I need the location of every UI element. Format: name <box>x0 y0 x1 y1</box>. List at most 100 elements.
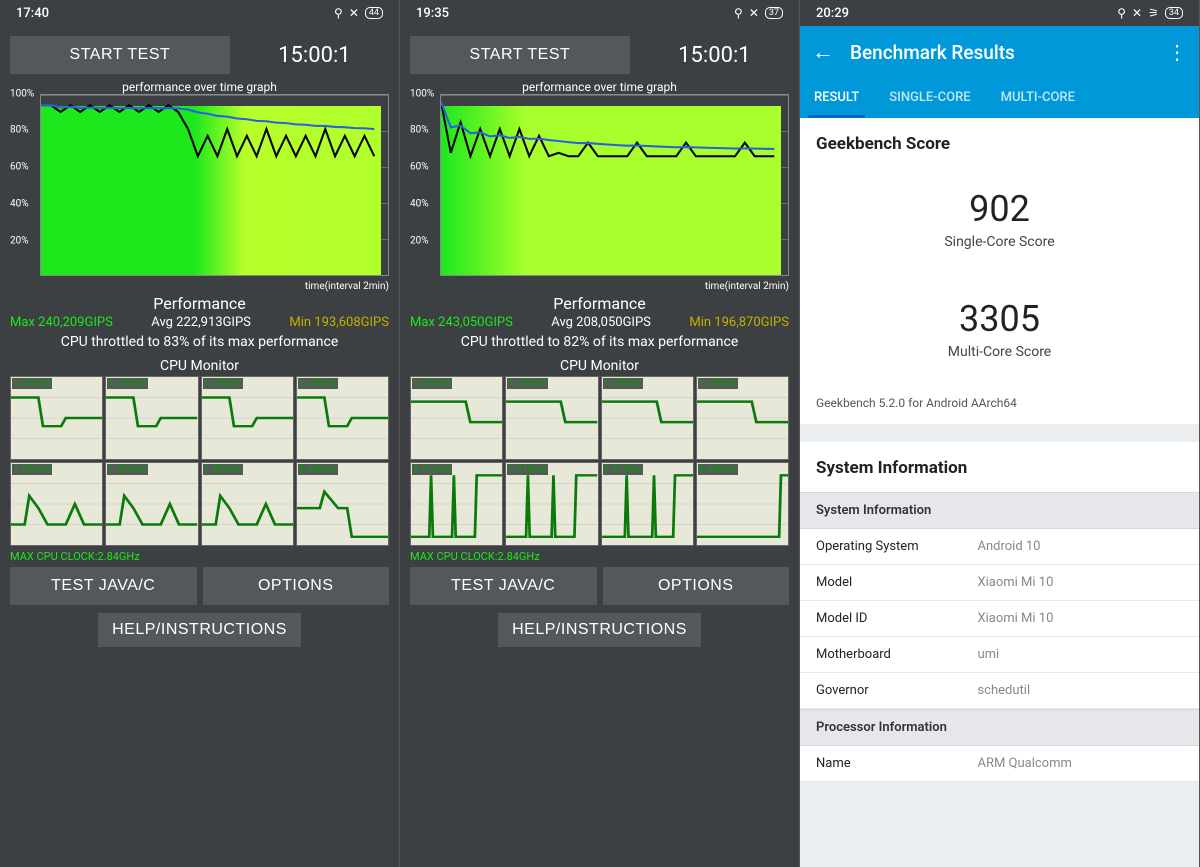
row-value: Xiaomi Mi 10 <box>977 575 1183 590</box>
app-header: ← Benchmark Results ⋮ <box>800 26 1199 78</box>
core-frequency: 1.95GHz <box>12 464 52 475</box>
cpu-core: 1.07GHz <box>105 376 198 460</box>
cpu-core: 1.07GHz <box>601 376 694 460</box>
performance-graph: performance over time graph 100% 80% 60%… <box>410 82 789 292</box>
core-frequency: 1.95GHz <box>107 464 147 475</box>
options-button[interactable]: OPTIONS <box>203 567 390 605</box>
statusbar: 20:29 ⚲ ✕ ⚞ 34 <box>800 0 1199 26</box>
cpu-core: 1.07GHz <box>505 376 598 460</box>
single-core-score: 902 <box>800 188 1199 230</box>
graph-title: performance over time graph <box>410 80 789 94</box>
cpu-core: 1.07GHz <box>696 376 789 460</box>
core-frequency: 1.07GHz <box>12 378 52 389</box>
wifi-icon: ⚞ <box>1148 6 1159 20</box>
core-frequency: 1.07GHz <box>412 378 452 389</box>
back-icon[interactable]: ← <box>812 39 834 65</box>
core-frequency: 1.07GHz <box>507 378 547 389</box>
dnd-icon: ✕ <box>749 6 759 20</box>
core-frequency: 0.84GHz <box>698 464 738 475</box>
help-button[interactable]: HELP/INSTRUCTIONS <box>98 613 301 647</box>
content-scroll[interactable]: Geekbench Score 902 Single-Core Score 33… <box>800 118 1199 867</box>
core-frequency: 2.41GHz <box>412 464 452 475</box>
dnd-icon: ✕ <box>1132 6 1142 20</box>
cpu-core: 0.84GHz <box>296 462 389 546</box>
battery-icon: 37 <box>765 7 783 19</box>
cpu-core: 1.07GHz <box>410 376 503 460</box>
graph-x-label: time(interval 2min) <box>305 281 389 292</box>
single-core-block: 902 Single-Core Score <box>800 168 1199 278</box>
status-icons: ⚲ ✕ 44 <box>334 6 383 20</box>
score-section: Geekbench Score 902 Single-Core Score 33… <box>800 118 1199 424</box>
graph-x-label: time(interval 2min) <box>705 281 789 292</box>
overflow-menu-icon[interactable]: ⋮ <box>1167 40 1187 64</box>
core-frequency: 1.07GHz <box>107 378 147 389</box>
cpu-core: 2.41GHz <box>505 462 598 546</box>
bluetooth-icon: ⚲ <box>334 6 343 20</box>
statusbar: 19:35 ⚲ ✕ 37 <box>400 0 799 26</box>
procinfo-subheading: Processor Information <box>800 709 1199 746</box>
table-row: ModelXiaomi Mi 10 <box>800 565 1199 601</box>
row-key: Motherboard <box>816 647 977 662</box>
cpu-core: 1.07GHz <box>10 376 103 460</box>
core-frequency: 2.41GHz <box>507 464 547 475</box>
cpu-core: 0.84GHz <box>696 462 789 546</box>
max-clock-label: MAX CPU CLOCK:2.84GHz <box>400 548 799 567</box>
status-time: 19:35 <box>416 6 449 21</box>
core-frequency: 2.41GHz <box>603 464 643 475</box>
row-value: Android 10 <box>977 539 1183 554</box>
row-key: Model <box>816 575 977 590</box>
options-button[interactable]: OPTIONS <box>603 567 790 605</box>
cpu-core: 1.07GHz <box>201 376 294 460</box>
graph-title: performance over time graph <box>10 80 389 94</box>
row-value: ARM Qualcomm <box>977 756 1183 771</box>
table-row: Operating SystemAndroid 10 <box>800 529 1199 565</box>
status-time: 17:40 <box>16 6 49 21</box>
start-test-button[interactable]: START TEST <box>10 36 230 74</box>
core-frequency: 1.07GHz <box>603 378 643 389</box>
version-footnote: Geekbench 5.2.0 for Android AArch64 <box>800 388 1199 424</box>
battery-icon: 34 <box>1165 7 1183 19</box>
dnd-icon: ✕ <box>349 6 359 20</box>
timer-value: 15:00:1 <box>240 43 389 68</box>
cpu-core: 1.95GHz <box>201 462 294 546</box>
table-row: Name ARM Qualcomm <box>800 746 1199 782</box>
screen-throttle-1: 17:40 ⚲ ✕ 44 START TEST 15:00:1 performa… <box>0 0 400 867</box>
row-key: Model ID <box>816 611 977 626</box>
multi-core-label: Multi-Core Score <box>800 344 1199 360</box>
bluetooth-icon: ⚲ <box>734 6 743 20</box>
page-title: Benchmark Results <box>850 41 1151 64</box>
row-value: schedutil <box>977 683 1183 698</box>
tab-bar: RESULT SINGLE-CORE MULTI-CORE <box>800 78 1199 118</box>
status-icons: ⚲ ✕ ⚞ 34 <box>1117 6 1183 20</box>
row-value: Xiaomi Mi 10 <box>977 611 1183 626</box>
tab-single-core[interactable]: SINGLE-CORE <box>883 78 976 118</box>
score-heading: Geekbench Score <box>800 118 1199 168</box>
tab-multi-core[interactable]: MULTI-CORE <box>995 78 1081 118</box>
start-test-button[interactable]: START TEST <box>410 36 630 74</box>
multi-core-block: 3305 Multi-Core Score <box>800 278 1199 388</box>
help-button[interactable]: HELP/INSTRUCTIONS <box>498 613 701 647</box>
row-key: Name <box>816 756 977 771</box>
screen-throttle-2: 19:35 ⚲ ✕ 37 START TEST 15:00:1 performa… <box>400 0 800 867</box>
sysinfo-heading: System Information <box>800 442 1199 492</box>
tab-result[interactable]: RESULT <box>808 78 865 118</box>
test-java-button[interactable]: TEST JAVA/C <box>10 567 197 605</box>
core-frequency: 1.07GHz <box>698 378 738 389</box>
test-java-button[interactable]: TEST JAVA/C <box>410 567 597 605</box>
cpu-core: 2.41GHz <box>410 462 503 546</box>
timer-value: 15:00:1 <box>640 43 789 68</box>
table-row: Governorschedutil <box>800 673 1199 709</box>
multi-core-score: 3305 <box>800 298 1199 340</box>
max-clock-label: MAX CPU CLOCK:2.84GHz <box>0 548 399 567</box>
status-icons: ⚲ ✕ 37 <box>734 6 783 20</box>
single-core-label: Single-Core Score <box>800 234 1199 250</box>
screen-geekbench: 20:29 ⚲ ✕ ⚞ 34 ← Benchmark Results ⋮ RES… <box>800 0 1200 867</box>
cpu-core: 1.95GHz <box>105 462 198 546</box>
status-time: 20:29 <box>816 6 849 21</box>
core-frequency: 1.95GHz <box>203 464 243 475</box>
battery-icon: 44 <box>365 7 383 19</box>
row-value: umi <box>977 647 1183 662</box>
table-row: Model IDXiaomi Mi 10 <box>800 601 1199 637</box>
cpu-core: 2.41GHz <box>601 462 694 546</box>
cpu-core: 1.07GHz <box>296 376 389 460</box>
